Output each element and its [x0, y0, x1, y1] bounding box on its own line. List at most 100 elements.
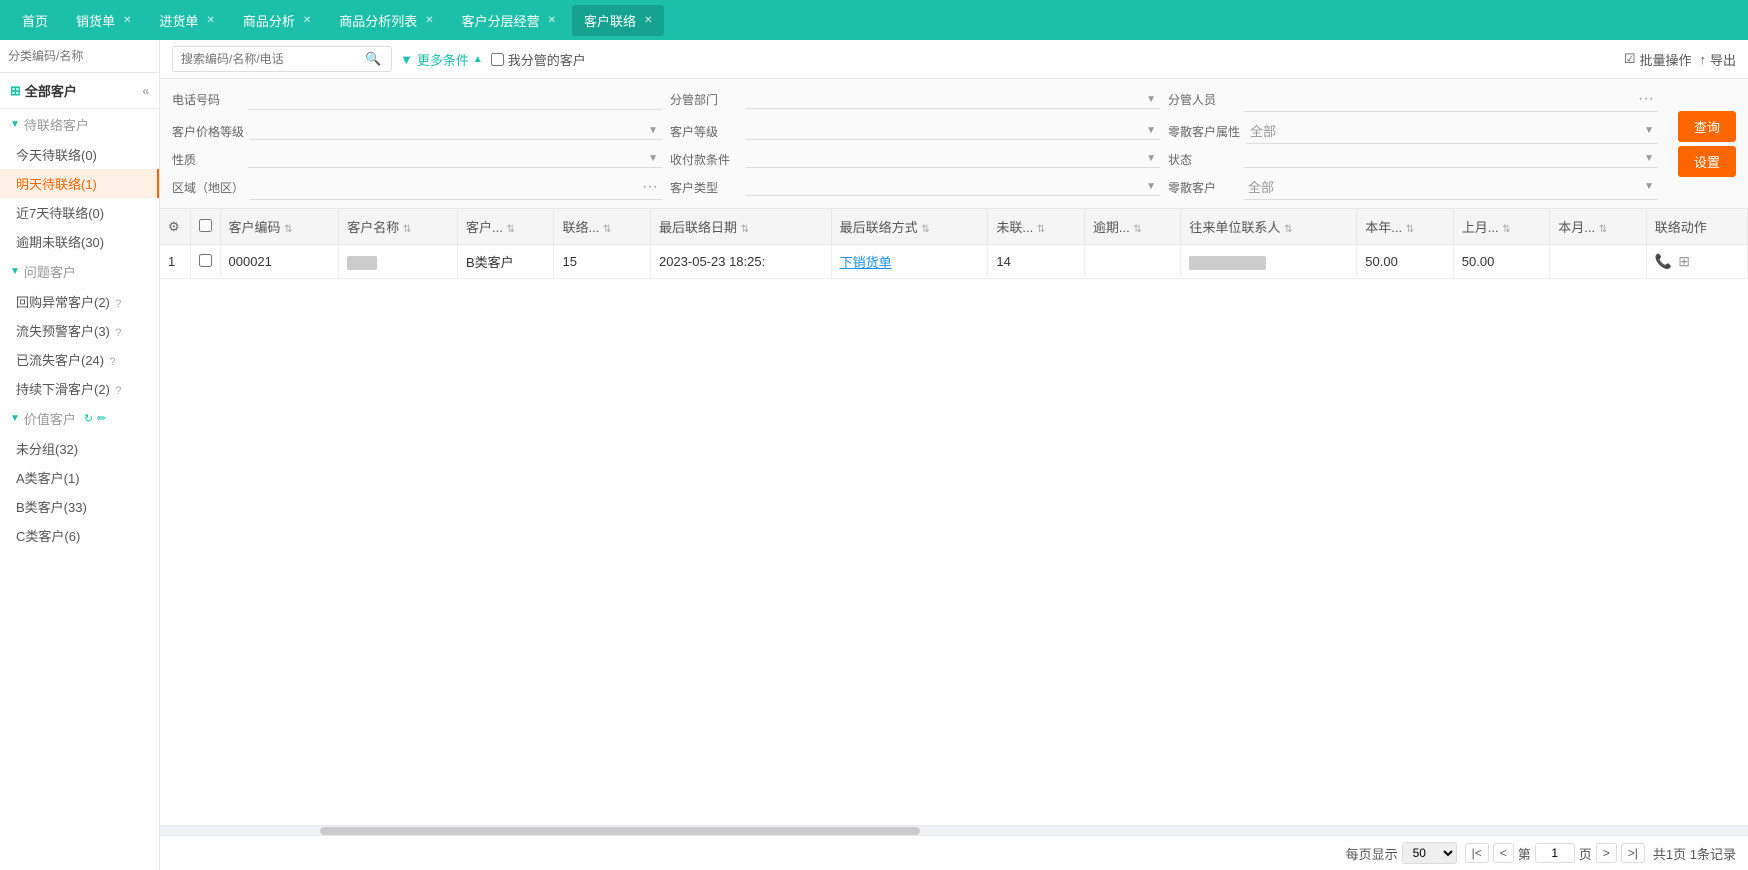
- grid-action-icon[interactable]: ⊞: [1678, 253, 1690, 270]
- region-label: 区域（地区）: [172, 179, 244, 196]
- nav-product-analysis[interactable]: 商品分析 ✕: [231, 5, 323, 36]
- sidebar-item-today[interactable]: 今天待联络(0): [0, 140, 159, 169]
- query-button[interactable]: 查询: [1678, 111, 1736, 142]
- my-customer-check[interactable]: [491, 53, 504, 66]
- sidebar-item-ungrouped[interactable]: 未分组(32): [0, 434, 159, 463]
- content-area: 🔍 ▼ 更多条件 ▲ 我分管的客户 ☑ 批量操作 ↑ 导出: [160, 40, 1748, 870]
- next-page-button[interactable]: >: [1596, 843, 1617, 863]
- sidebar-item-b-class[interactable]: B类客户(33): [0, 492, 159, 521]
- filter-row-1: 电话号码 分管部门 ▼ 分管人员: [172, 87, 1658, 112]
- scrollbar-thumb[interactable]: [320, 827, 920, 835]
- payment-select[interactable]: ▼: [746, 150, 1160, 168]
- settings-icon[interactable]: ⚙: [168, 219, 180, 234]
- sidebar-all-customers[interactable]: ⊞ 全部客户 «: [0, 73, 159, 109]
- status-field: 状态 ▼: [1168, 150, 1658, 168]
- close-icon[interactable]: ✕: [206, 15, 214, 26]
- price-level-field: 客户价格等级 ▼: [172, 122, 662, 140]
- customer-type-field: 客户类型 ▼: [670, 178, 1160, 196]
- batch-op-button[interactable]: ☑ 批量操作: [1624, 50, 1692, 69]
- nav-customer-tier[interactable]: 客户分层经营 ✕: [450, 5, 568, 36]
- horizontal-scrollbar[interactable]: [160, 825, 1748, 835]
- page-number-input[interactable]: [1535, 843, 1575, 863]
- customer-type-label: 客户类型: [670, 179, 740, 196]
- close-icon[interactable]: ✕: [548, 15, 556, 26]
- section-pending-contact[interactable]: 待联络客户: [0, 109, 159, 140]
- th-check: [190, 209, 220, 245]
- status-select[interactable]: ▼: [1244, 150, 1658, 168]
- phone-action-icon[interactable]: 📞: [1655, 253, 1672, 270]
- nature-select[interactable]: ▼: [248, 150, 662, 168]
- price-level-label: 客户价格等级: [172, 123, 244, 140]
- retail-attr-field: 零散客户属性 全部 ▼: [1168, 118, 1658, 144]
- sort-icon[interactable]: ⇅: [741, 224, 749, 235]
- first-page-button[interactable]: |<: [1465, 843, 1489, 863]
- sort-icon[interactable]: ⇅: [1133, 224, 1141, 235]
- filter-right-actions: ☑ 批量操作 ↑ 导出: [1624, 50, 1736, 69]
- phone-input[interactable]: [248, 89, 662, 110]
- region-field: 区域（地区） ···: [172, 175, 662, 200]
- sidebar-item-declining[interactable]: 持续下滑客户(2) ?: [0, 374, 159, 403]
- sort-icon[interactable]: ⇅: [1284, 224, 1292, 235]
- search-icon[interactable]: 🔍: [365, 51, 381, 67]
- nav-purchase[interactable]: 进货单 ✕: [147, 5, 226, 36]
- row-checkbox[interactable]: [199, 254, 212, 267]
- sidebar-item-overdue[interactable]: 逾期未联络(30): [0, 227, 159, 256]
- retail-attr-select[interactable]: 全部 ▼: [1246, 118, 1658, 144]
- price-level-select[interactable]: ▼: [250, 122, 662, 140]
- phone-field: 电话号码: [172, 89, 662, 110]
- nature-field: 性质 ▼: [172, 150, 662, 168]
- main-search-input[interactable]: [181, 52, 361, 66]
- nav-customer-contact[interactable]: 客户联络 ✕: [572, 5, 664, 36]
- sidebar-item-c-class[interactable]: C类客户(6): [0, 521, 159, 550]
- dept-select[interactable]: ▼: [746, 91, 1160, 109]
- sort-icon[interactable]: ⇅: [1037, 224, 1045, 235]
- sort-icon[interactable]: ⇅: [506, 224, 514, 235]
- close-icon[interactable]: ✕: [123, 15, 131, 26]
- customer-level-label: 客户等级: [670, 123, 740, 140]
- customer-type-select[interactable]: ▼: [746, 178, 1160, 196]
- select-all-checkbox[interactable]: [199, 219, 212, 232]
- customer-level-select[interactable]: ▼: [746, 122, 1160, 140]
- page-size-select[interactable]: 50 100 200: [1402, 842, 1457, 864]
- close-icon[interactable]: ✕: [303, 15, 311, 26]
- sidebar-item-lostwarning[interactable]: 流失预警客户(3) ?: [0, 316, 159, 345]
- th-type: 客户... ⇅: [457, 209, 554, 245]
- last-page-button[interactable]: >|: [1621, 843, 1645, 863]
- person-select[interactable]: ···: [1244, 87, 1658, 112]
- collapse-icon[interactable]: «: [142, 84, 149, 98]
- sidebar-search-input[interactable]: [8, 49, 160, 63]
- my-customer-checkbox[interactable]: 我分管的客户: [491, 50, 586, 69]
- nav-product-list[interactable]: 商品分析列表 ✕: [327, 5, 445, 36]
- more-filter-button[interactable]: ▼ 更多条件 ▲: [400, 50, 483, 69]
- retail-select[interactable]: 全部 ▼: [1244, 174, 1658, 200]
- sort-icon[interactable]: ⇅: [284, 224, 292, 235]
- sidebar-item-a-class[interactable]: A类客户(1): [0, 463, 159, 492]
- sort-icon[interactable]: ⇅: [1599, 224, 1607, 235]
- sort-icon[interactable]: ⇅: [403, 224, 411, 235]
- sort-icon[interactable]: ⇅: [1502, 224, 1510, 235]
- sort-icon[interactable]: ⇅: [921, 224, 929, 235]
- td-code: 000021: [220, 245, 339, 279]
- region-select[interactable]: ···: [250, 175, 662, 200]
- close-icon[interactable]: ✕: [644, 15, 652, 26]
- section-value[interactable]: 价值客户 ↻ ✏: [0, 403, 159, 434]
- sidebar-item-7days[interactable]: 近7天待联络(0): [0, 198, 159, 227]
- sidebar-item-tomorrow[interactable]: 明天待联络(1): [0, 169, 159, 198]
- nav-sales[interactable]: 销货单 ✕: [64, 5, 143, 36]
- nature-label: 性质: [172, 151, 242, 168]
- th-gear: ⚙: [160, 209, 190, 245]
- section-problem[interactable]: 问题客户: [0, 256, 159, 287]
- sort-icon[interactable]: ⇅: [1406, 224, 1414, 235]
- set-button[interactable]: 设置: [1678, 146, 1736, 177]
- td-type: B类客户: [457, 245, 554, 279]
- close-icon[interactable]: ✕: [425, 15, 433, 26]
- th-last-date: 最后联络日期 ⇅: [650, 209, 831, 245]
- last-method-link[interactable]: 下销货单: [840, 255, 892, 270]
- sidebar-item-lost[interactable]: 已流失客户(24) ?: [0, 345, 159, 374]
- prev-page-button[interactable]: <: [1493, 843, 1514, 863]
- sidebar-item-repurchase[interactable]: 回购异常客户(2) ?: [0, 287, 159, 316]
- sort-icon[interactable]: ⇅: [603, 224, 611, 235]
- nav-home[interactable]: 首页: [10, 5, 60, 36]
- export-button[interactable]: ↑ 导出: [1699, 50, 1736, 69]
- dept-field: 分管部门 ▼: [670, 91, 1160, 109]
